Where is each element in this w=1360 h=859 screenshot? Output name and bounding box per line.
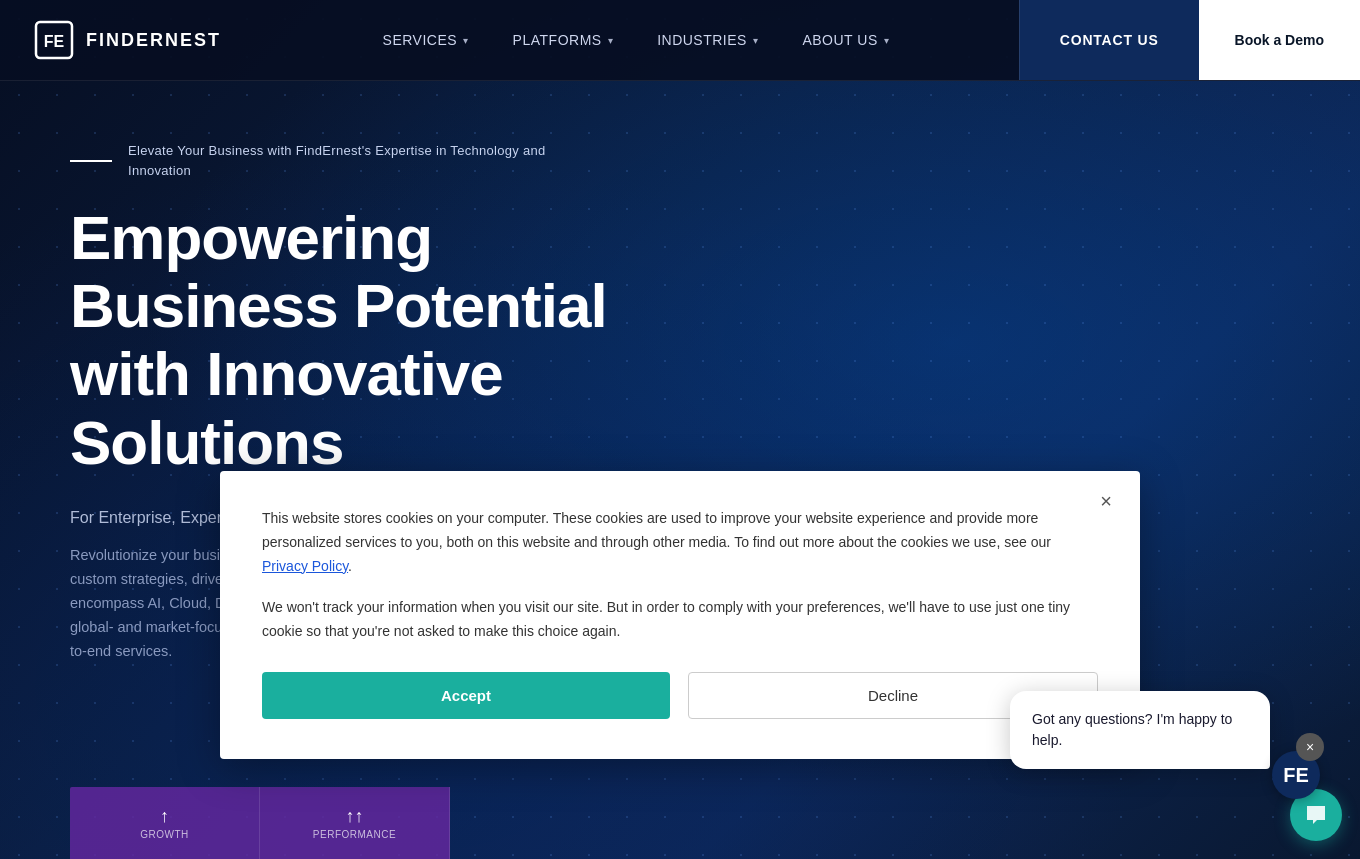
cookie-accept-button[interactable]: Accept — [262, 672, 670, 719]
navbar: FE FINDERNEST SERVICES ▾ PLATFORMS ▾ IND… — [0, 0, 1360, 81]
nav-links: SERVICES ▾ PLATFORMS ▾ INDUSTRIES ▾ ABOU… — [253, 0, 1019, 80]
nav-item-about[interactable]: ABOUT US ▾ — [780, 0, 911, 80]
brand-logo-icon: FE — [32, 18, 76, 62]
cookie-primary-text: This website stores cookies on your comp… — [262, 507, 1098, 578]
stat-cards-container: ↑ GROWTH ↑↑ PERFORMANCE — [70, 787, 450, 859]
cookie-banner: × This website stores cookies on your co… — [220, 471, 1140, 759]
platforms-chevron-icon: ▾ — [608, 35, 614, 46]
cookie-secondary-text: We won't track your information when you… — [262, 596, 1098, 644]
brand-name-text: FINDERNEST — [86, 30, 221, 51]
industries-chevron-icon: ▾ — [753, 35, 759, 46]
cookie-close-button[interactable]: × — [1092, 487, 1120, 515]
stat-card-1: ↑↑ PERFORMANCE — [260, 787, 450, 859]
contact-us-button[interactable]: CONTACT US — [1019, 0, 1199, 80]
nav-item-platforms[interactable]: PLATFORMS ▾ — [491, 0, 636, 80]
nav-item-services[interactable]: SERVICES ▾ — [361, 0, 491, 80]
services-chevron-icon: ▾ — [463, 35, 469, 46]
cookie-actions: Accept Decline — [262, 672, 1098, 719]
chat-bubble: Got any questions? I'm happy to help. — [1010, 691, 1270, 769]
hero-title: Empowering Business Potential with Innov… — [70, 204, 610, 477]
svg-text:FE: FE — [44, 33, 65, 50]
nav-actions: CONTACT US Book a Demo — [1019, 0, 1360, 80]
hero-eyebrow: Elevate Your Business with FindErnest's … — [70, 141, 610, 180]
stat-card-0: ↑ GROWTH — [70, 787, 260, 859]
eyebrow-line-decoration — [70, 160, 112, 162]
eyebrow-text: Elevate Your Business with FindErnest's … — [128, 141, 610, 180]
brand-logo-link[interactable]: FE FINDERNEST — [0, 0, 253, 80]
chat-close-button[interactable]: × — [1296, 733, 1324, 761]
nav-item-industries[interactable]: INDUSTRIES ▾ — [635, 0, 780, 80]
book-demo-button[interactable]: Book a Demo — [1199, 0, 1360, 80]
privacy-policy-link[interactable]: Privacy Policy — [262, 558, 348, 574]
about-chevron-icon: ▾ — [884, 35, 890, 46]
